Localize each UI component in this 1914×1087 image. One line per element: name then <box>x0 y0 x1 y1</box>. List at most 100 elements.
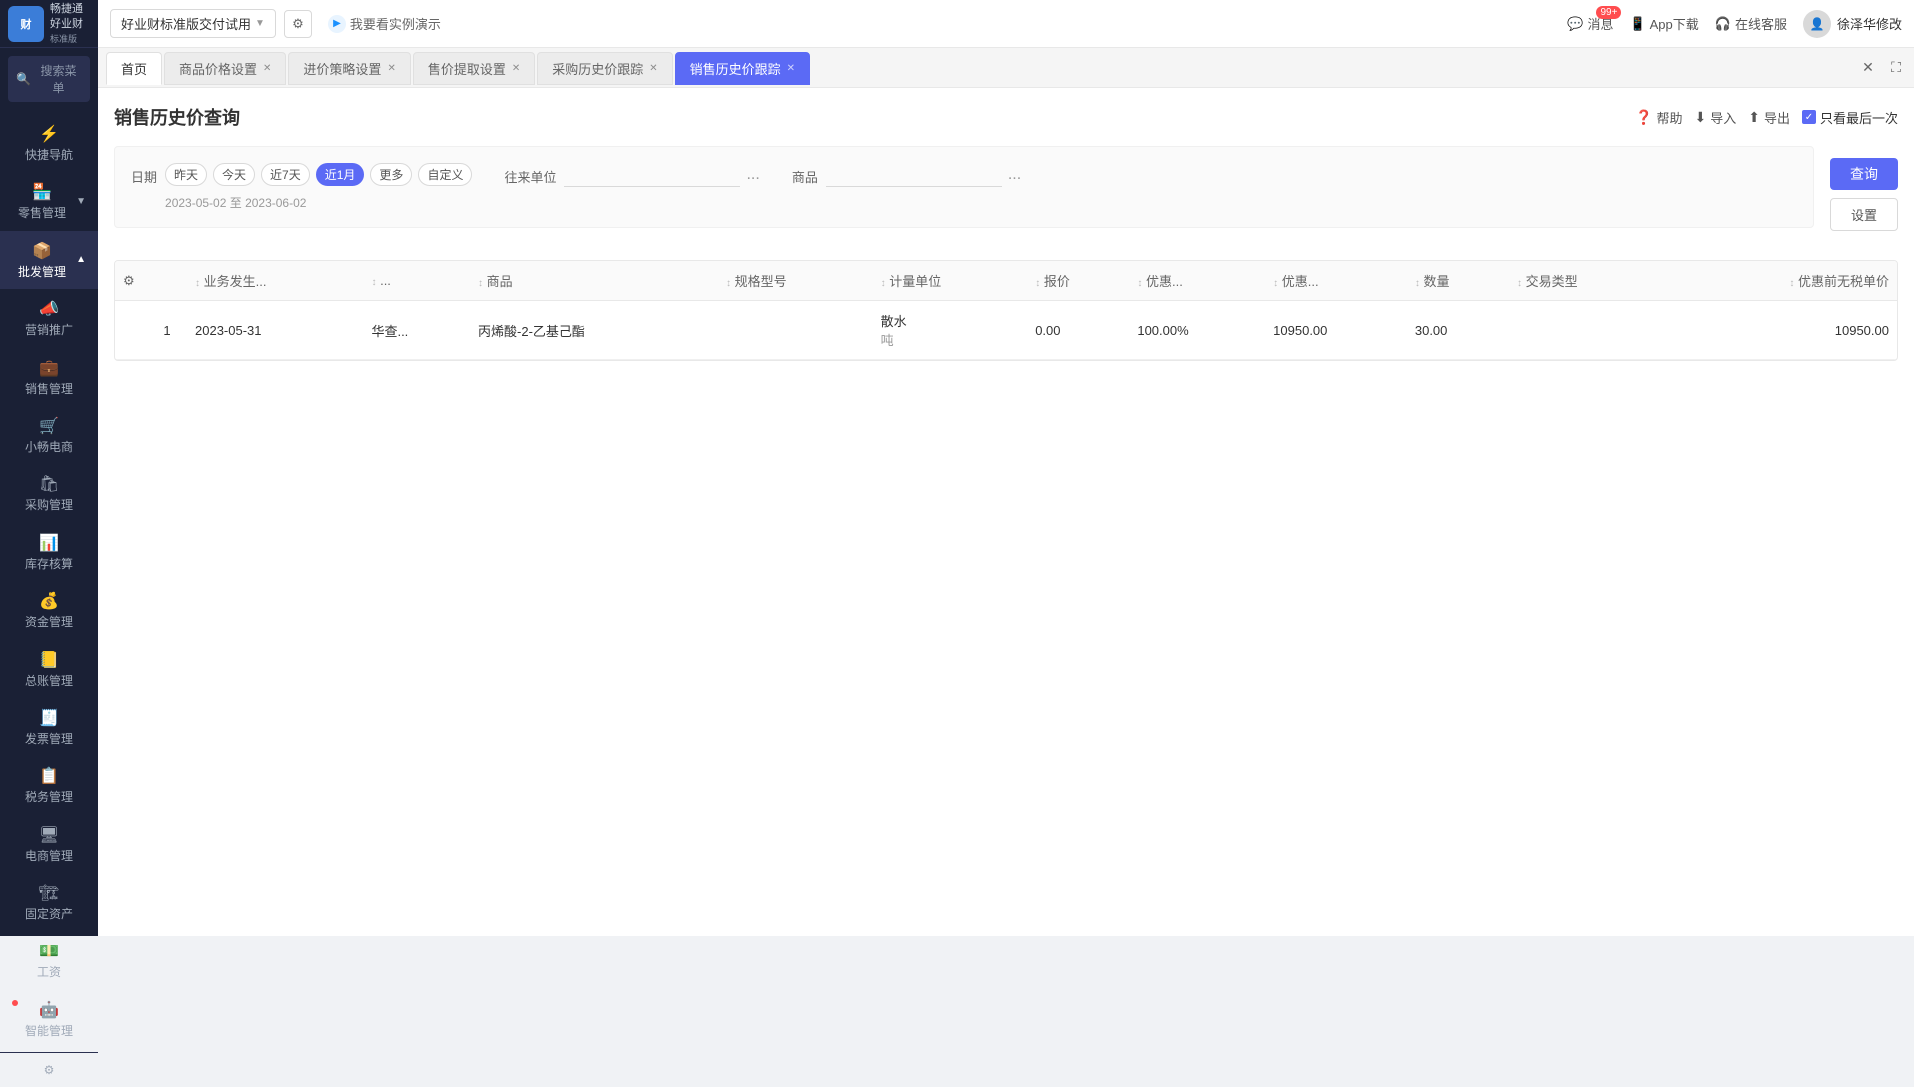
query-button[interactable]: 查询 <box>1830 158 1898 190</box>
date-btn-yesterday[interactable]: 昨天 <box>165 163 207 186</box>
source-unit-input-group: ... <box>564 163 759 187</box>
date-btn-custom[interactable]: 自定义 <box>418 163 472 186</box>
date-filter-group: 日期 昨天 今天 近7天 近1月 更多 自定义 2023-05-02 至 202… <box>131 163 472 211</box>
row-trans-type-cell <box>1509 301 1664 360</box>
import-button[interactable]: ⬇ 导入 <box>1694 108 1736 127</box>
sort-trans-type-icon: ↕ <box>1517 278 1522 289</box>
sort-qty-icon: ↕ <box>1415 278 1420 289</box>
sidebar-item-quick-nav[interactable]: ⚡ 快捷导航 <box>0 114 98 172</box>
export-button[interactable]: ⬆ 导出 <box>1748 108 1790 127</box>
table-container: ⚙ ↕ 业务发生... ↕ ... <box>114 260 1898 361</box>
tax-icon: 📋 <box>39 766 59 786</box>
tab-home[interactable]: 首页 <box>106 52 162 85</box>
retail-arrow-icon: ▼ <box>76 196 86 207</box>
tabbar-end: ✕ ⛶ <box>1850 58 1906 78</box>
sidebar-item-finance[interactable]: 💰 资金管理 <box>0 581 98 639</box>
row-seq-cell: 1 <box>147 301 187 360</box>
sidebar-item-sales[interactable]: 💼 销售管理 <box>0 348 98 406</box>
page-title: 销售历史价查询 <box>114 104 240 130</box>
window-close-button[interactable]: ✕ <box>1858 58 1878 78</box>
app-download-icon: 📱 <box>1629 16 1645 32</box>
tab-sales-history[interactable]: 销售历史价跟踪 ✕ <box>675 52 810 85</box>
sidebar-item-small-ecommerce[interactable]: 🛒 小畅电商 <box>0 406 98 464</box>
sidebar-item-assets[interactable]: 🏗 固定资产 <box>0 873 98 931</box>
date-btn-more[interactable]: 更多 <box>370 163 412 186</box>
module-selector-chevron-icon: ▼ <box>255 18 265 29</box>
row-spec-cell <box>718 301 873 360</box>
date-options: 昨天 今天 近7天 近1月 更多 自定义 2023-05-02 至 2023-0… <box>165 163 472 211</box>
sidebar-item-salary[interactable]: 💵 工资 <box>0 931 98 989</box>
tabbar: 首页 商品价格设置 ✕ 进价策略设置 ✕ 售价提取设置 ✕ 采购历史价跟踪 ✕ … <box>98 48 1914 88</box>
settings-button[interactable]: 设置 <box>1830 198 1898 231</box>
sort-discount-pct-icon: ↕ <box>1137 278 1142 289</box>
sidebar-item-ec-mgmt[interactable]: 🖥 电商管理 <box>0 815 98 873</box>
col-list-price: ↕ 报价 <box>1027 261 1129 301</box>
sidebar-item-inventory[interactable]: 📊 库存核算 <box>0 523 98 581</box>
online-service-button[interactable]: 🎧 在线客服 <box>1715 14 1787 33</box>
sidebar-item-purchase[interactable]: 🛍 采购管理 <box>0 464 98 522</box>
app-download-button[interactable]: 📱 App下载 <box>1629 14 1698 33</box>
window-maximize-button[interactable]: ⛶ <box>1886 58 1906 78</box>
sidebar-item-marketing[interactable]: 📣 营销推广 <box>0 289 98 347</box>
sidebar-item-retail[interactable]: 🏪 零售管理 ▼ <box>0 172 98 230</box>
tab-purchase-history[interactable]: 采购历史价跟踪 ✕ <box>537 52 672 85</box>
date-filter-label: 日期 <box>131 163 157 186</box>
sidebar-item-ledger[interactable]: 📒 总账管理 <box>0 640 98 698</box>
sidebar-nav: ⚡ 快捷导航 🏪 零售管理 ▼ 📦 批发管理 ▲ 📣 营销推广 <box>0 110 98 1052</box>
logo-icon: 财 <box>8 6 44 42</box>
date-range-display: 2023-05-02 至 2023-06-02 <box>165 194 472 211</box>
col-settings-icon[interactable]: ⚙ <box>123 273 135 288</box>
user-avatar: 👤 <box>1803 10 1831 38</box>
tab-close-purchase-history[interactable]: ✕ <box>649 63 657 74</box>
table-row[interactable]: 1 2023-05-31 华查... 丙烯酸-2-乙基己酯 散水 吨 0.00 … <box>115 301 1897 360</box>
col-trans-type: ↕ 交易类型 <box>1509 261 1664 301</box>
search-menu-button[interactable]: 🔍 搜索菜单 <box>8 56 90 102</box>
tab-price-settings[interactable]: 商品价格设置 ✕ <box>164 52 286 85</box>
source-unit-dots[interactable]: ... <box>746 166 759 184</box>
inventory-icon: 📊 <box>39 533 59 553</box>
module-settings-button[interactable]: ⚙ <box>284 10 312 38</box>
product-dots[interactable]: ... <box>1008 166 1021 184</box>
logo-text: 畅捷通好业财 <box>50 2 90 33</box>
tab-close-price-extract[interactable]: ✕ <box>512 63 520 74</box>
search-icon: 🔍 <box>16 72 31 86</box>
demo-button[interactable]: ▶ 我要看实例演示 <box>320 10 449 37</box>
tab-close-purchase-strategy[interactable]: ✕ <box>387 63 395 74</box>
assets-icon: 🏗 <box>39 883 59 903</box>
tab-price-extract[interactable]: 售价提取设置 ✕ <box>413 52 535 85</box>
page-header: 销售历史价查询 ❓ 帮助 ⬇ 导入 ⬆ 导出 ✓ <box>114 104 1898 130</box>
tab-close-price-settings[interactable]: ✕ <box>263 63 271 74</box>
messages-button[interactable]: 💬 消息 99+ <box>1567 14 1613 33</box>
sidebar-item-invoice[interactable]: 🧾 发票管理 <box>0 698 98 756</box>
col-pretax-price: ↕ 优惠前无税单价 <box>1664 261 1897 301</box>
sidebar-item-wholesale[interactable]: 📦 批发管理 ▲ <box>0 231 98 289</box>
sort-pretax-icon: ↕ <box>1789 278 1794 289</box>
sidebar-bottom: ⚙ <box>0 1052 98 1087</box>
product-input[interactable] <box>826 163 1002 187</box>
sort-extra-icon: ↕ <box>371 277 376 288</box>
date-btn-1month[interactable]: 近1月 <box>316 163 365 186</box>
logo-badge: 标准版 <box>50 32 90 45</box>
sidebar-item-smart[interactable]: 🤖 智能管理 <box>0 990 98 1048</box>
col-unit: ↕ 计量单位 <box>873 261 1028 301</box>
source-unit-input[interactable] <box>564 163 740 187</box>
only-last-checkbox[interactable]: ✓ 只看最后一次 <box>1802 108 1898 127</box>
sidebar-settings-button[interactable]: ⚙ <box>0 1053 98 1087</box>
page-content: 销售历史价查询 ❓ 帮助 ⬇ 导入 ⬆ 导出 ✓ <box>98 88 1914 936</box>
date-btn-today[interactable]: 今天 <box>213 163 255 186</box>
help-icon: ❓ <box>1635 109 1652 126</box>
user-menu-button[interactable]: 👤 徐泽华修改 <box>1803 10 1902 38</box>
finance-icon: 💰 <box>39 591 59 611</box>
col-extra: ↕ ... <box>363 261 470 301</box>
action-buttons: 查询 设置 <box>1830 146 1898 231</box>
date-buttons: 昨天 今天 近7天 近1月 更多 自定义 <box>165 163 472 186</box>
row-settings-cell <box>115 301 147 360</box>
tab-purchase-strategy[interactable]: 进价策略设置 ✕ <box>288 52 410 85</box>
module-selector[interactable]: 好业财标准版交付试用 ▼ <box>110 9 276 38</box>
sidebar-item-tax[interactable]: 📋 税务管理 <box>0 756 98 814</box>
date-btn-7days[interactable]: 近7天 <box>261 163 310 186</box>
product-label: 商品 <box>792 163 818 186</box>
sort-list-price-icon: ↕ <box>1035 278 1040 289</box>
help-button[interactable]: ❓ 帮助 <box>1635 108 1682 127</box>
tab-close-sales-history[interactable]: ✕ <box>787 63 795 74</box>
